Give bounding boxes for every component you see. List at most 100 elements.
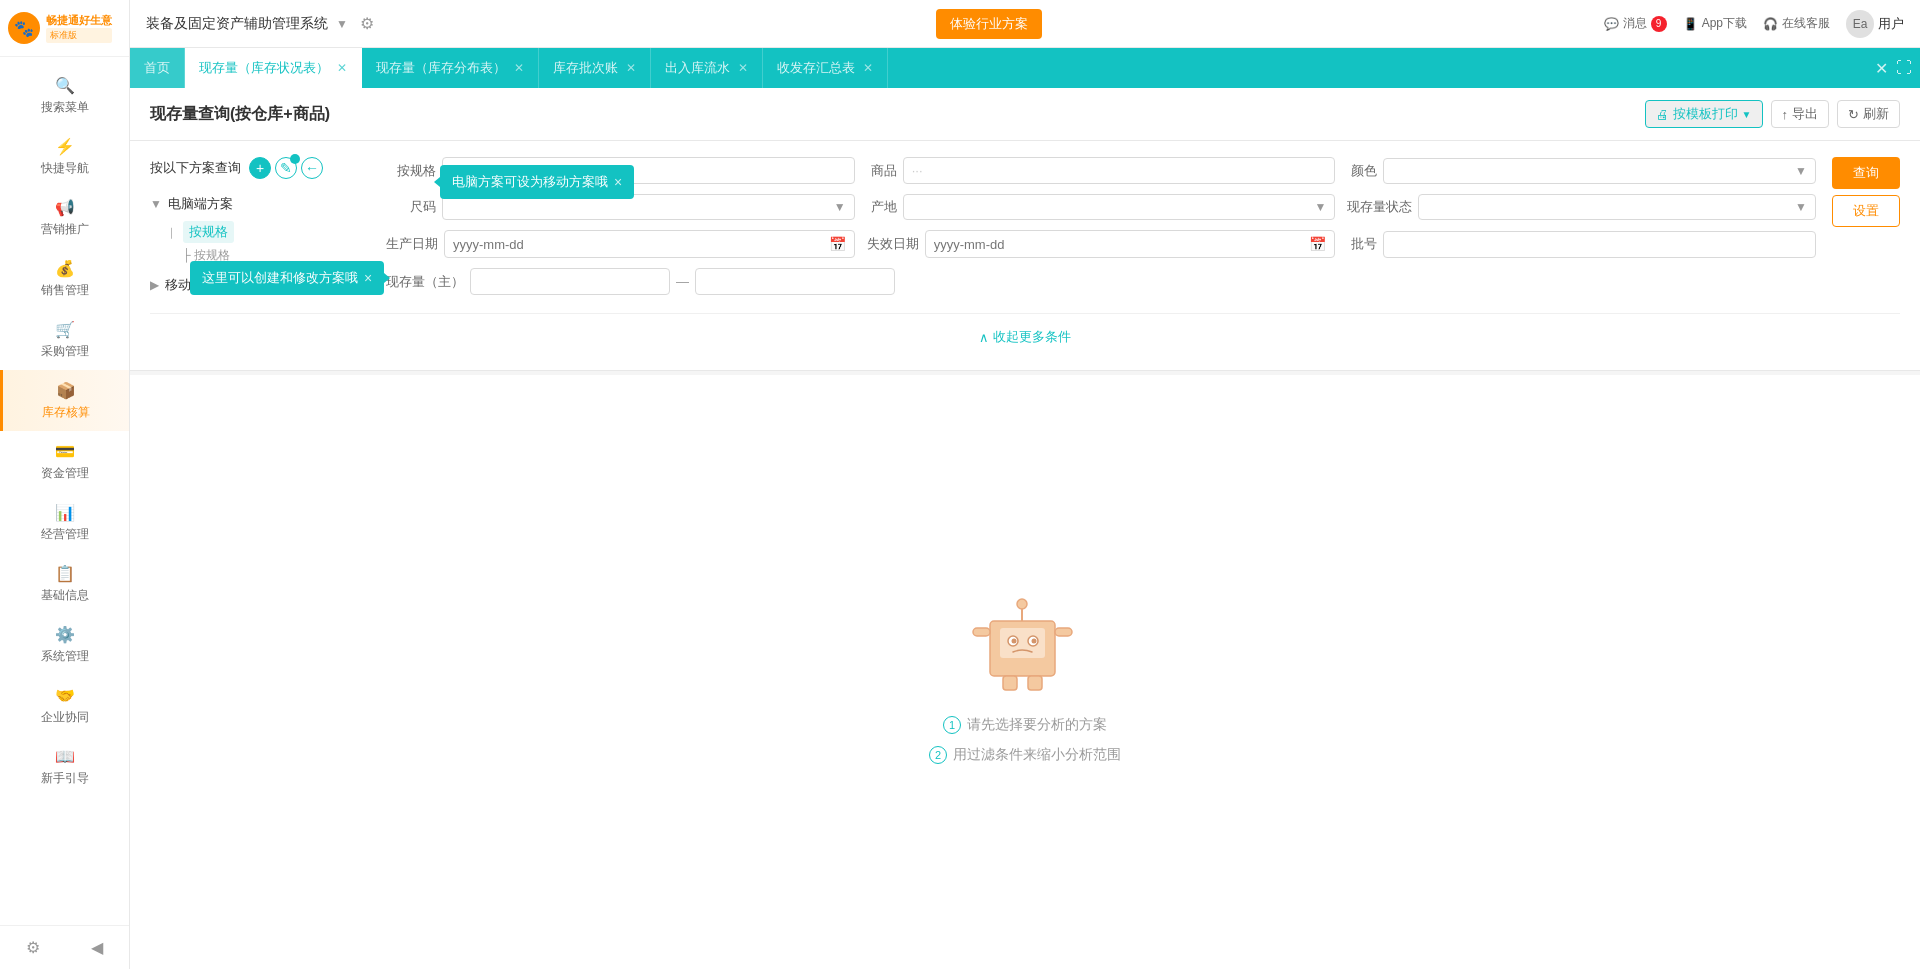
trial-button[interactable]: 体验行业方案: [936, 9, 1042, 39]
batch-input[interactable]: [1383, 231, 1816, 258]
refresh-button[interactable]: ↻ 刷新: [1837, 100, 1900, 128]
exp-date-input[interactable]: [934, 237, 1310, 252]
marketing-nav-icon: 📢: [55, 197, 75, 217]
svg-rect-10: [1003, 676, 1017, 690]
tooltip1-close-btn[interactable]: ×: [614, 174, 622, 190]
back-scheme-btn[interactable]: ←: [301, 157, 323, 179]
edit-scheme-btn[interactable]: ✎: [275, 157, 297, 179]
sidebar-item-basic[interactable]: 📋 基础信息: [0, 553, 129, 614]
tab-inventory-dist[interactable]: 现存量（库存分布表） ✕: [362, 48, 539, 88]
export-button[interactable]: ↑ 导出: [1771, 100, 1830, 128]
settings-icon[interactable]: ⚙: [26, 938, 40, 957]
tab-close-batch[interactable]: ✕: [626, 61, 636, 75]
goods-input[interactable]: ···: [903, 157, 1336, 184]
color-dropdown-icon: ▼: [1795, 164, 1807, 178]
collapse-row: ∧ 收起更多条件: [150, 313, 1900, 354]
tooltip2-close-btn[interactable]: ×: [364, 270, 372, 286]
filter-field-stock-state: 现存量状态 ▼: [1347, 194, 1816, 220]
color-label: 颜色: [1347, 162, 1377, 180]
stock-state-select[interactable]: ▼: [1418, 194, 1816, 220]
online-support-btn[interactable]: 🎧 在线客服: [1763, 15, 1830, 32]
collapse-sidebar-icon[interactable]: ◀: [91, 938, 103, 957]
sidebar-item-purchase[interactable]: 🛒 采购管理: [0, 309, 129, 370]
reset-button[interactable]: 设置: [1832, 195, 1900, 227]
sidebar-item-system[interactable]: ⚙️ 系统管理: [0, 614, 129, 675]
stock-qty-start[interactable]: [470, 268, 670, 295]
gear-settings-icon[interactable]: ⚙: [360, 14, 374, 33]
tab-close-inventory-status[interactable]: ✕: [337, 61, 347, 75]
svg-rect-9: [1055, 628, 1072, 636]
exp-date-input-wrapper[interactable]: 📅: [925, 230, 1336, 258]
chevron-down-icon[interactable]: ▼: [336, 17, 348, 31]
basic-nav-icon: 📋: [55, 563, 75, 583]
sidebar: 🐾 畅捷通好生意 标准版 🔍 搜索菜单 ⚡ 快捷导航 📢 营销推广 💰 销售管理…: [0, 0, 130, 969]
tab-collect[interactable]: 收发存汇总表 ✕: [763, 48, 888, 88]
exp-date-calendar-icon[interactable]: 📅: [1309, 236, 1326, 252]
sidebar-item-inventory[interactable]: 📦 库存核算: [0, 370, 129, 431]
prod-date-input-wrapper[interactable]: 📅: [444, 230, 855, 258]
sidebar-nav: 🔍 搜索菜单 ⚡ 快捷导航 📢 营销推广 💰 销售管理 🛒 采购管理 📦 库存核…: [0, 57, 129, 925]
prod-date-label: 生产日期: [386, 235, 438, 253]
sidebar-item-sales[interactable]: 💰 销售管理: [0, 248, 129, 309]
origin-label: 产地: [867, 198, 897, 216]
empty-svg: [965, 576, 1085, 696]
color-select[interactable]: ▼: [1383, 158, 1816, 184]
tab-close-collect[interactable]: ✕: [863, 61, 873, 75]
sidebar-item-marketing[interactable]: 📢 营销推广: [0, 187, 129, 248]
filter-field-exp-date: 失效日期 📅: [867, 230, 1336, 258]
desktop-scheme-item[interactable]: ▼ 电脑端方案: [150, 191, 370, 217]
prod-date-input[interactable]: [453, 237, 829, 252]
tab-inventory-status[interactable]: 现存量（库存状况表） ✕: [185, 48, 362, 88]
svg-rect-8: [973, 628, 990, 636]
close-all-tabs-icon[interactable]: ✕: [1875, 59, 1888, 78]
origin-select[interactable]: ▼: [903, 194, 1336, 220]
app-download-btn[interactable]: 📱 App下载: [1683, 15, 1747, 32]
system-nav-icon: ⚙️: [55, 624, 75, 644]
maximize-icon[interactable]: ⛶: [1896, 59, 1912, 77]
search-buttons: 查询 设置: [1832, 157, 1900, 227]
search-nav-icon: 🔍: [55, 75, 75, 95]
sidebar-item-search[interactable]: 🔍 搜索菜单: [0, 65, 129, 126]
scheme-dot-indicator: [290, 154, 300, 164]
print-button[interactable]: 🖨 按模板打印 ▼: [1645, 100, 1763, 128]
sidebar-logo: 🐾 畅捷通好生意 标准版: [0, 0, 129, 57]
origin-dropdown-icon: ▼: [1314, 200, 1326, 214]
sidebar-item-guide[interactable]: 📖 新手引导: [0, 736, 129, 797]
stock-state-dropdown-icon: ▼: [1795, 200, 1807, 214]
user-label: 用户: [1878, 15, 1904, 33]
finance-nav-icon: 💳: [55, 441, 75, 461]
collapse-button[interactable]: ∧ 收起更多条件: [150, 320, 1900, 354]
user-avatar: Ea: [1846, 10, 1874, 38]
tab-inout[interactable]: 出入库流水 ✕: [651, 48, 763, 88]
printer-icon: 🖨: [1656, 107, 1669, 122]
sidebar-item-quick[interactable]: ⚡ 快捷导航: [0, 126, 129, 187]
tab-close-inventory-dist[interactable]: ✕: [514, 61, 524, 75]
prod-date-calendar-icon[interactable]: 📅: [829, 236, 846, 252]
headset-icon: 🎧: [1763, 17, 1778, 31]
filter-field-batch: 批号: [1347, 231, 1816, 258]
scheme-tree: ▼ 电脑端方案 ｜ 按规格 ├ 按规格: [150, 191, 370, 298]
filter-label: 按以下方案查询: [150, 159, 241, 177]
sales-nav-icon: 💰: [55, 258, 75, 278]
tab-bar: 首页 现存量（库存状况表） ✕ 现存量（库存分布表） ✕ 库存批次账 ✕ 出入库…: [130, 48, 1920, 88]
sidebar-item-finance[interactable]: 💳 资金管理: [0, 431, 129, 492]
sidebar-item-enterprise[interactable]: 🤝 企业协同: [0, 675, 129, 736]
scheme-child-item[interactable]: ｜ 按规格: [166, 217, 370, 247]
tab-batch[interactable]: 库存批次账 ✕: [539, 48, 651, 88]
svg-rect-11: [1028, 676, 1042, 690]
sidebar-item-operations[interactable]: 📊 经营管理: [0, 492, 129, 553]
empty-state: 1 请先选择要分析的方案 2 用过滤条件来缩小分析范围: [130, 375, 1920, 969]
tab-close-inout[interactable]: ✕: [738, 61, 748, 75]
stock-qty-end[interactable]: [695, 268, 895, 295]
filter-row-4: 现存量（主） —: [386, 268, 1816, 295]
range-separator: —: [676, 274, 689, 289]
search-button[interactable]: 查询: [1832, 157, 1900, 189]
top-header: 装备及固定资产辅助管理系统 ▼ ⚙ 体验行业方案 💬 消息 9 📱 App下载 …: [130, 0, 1920, 48]
filter-scheme-panel: 按以下方案查询 + ✎ ←: [150, 157, 370, 298]
sidebar-bottom: ⚙ ◀: [0, 925, 129, 969]
add-scheme-btn[interactable]: +: [249, 157, 271, 179]
notifications-btn[interactable]: 💬 消息 9: [1604, 15, 1667, 32]
tab-home[interactable]: 首页: [130, 48, 185, 88]
main: 装备及固定资产辅助管理系统 ▼ ⚙ 体验行业方案 💬 消息 9 📱 App下载 …: [130, 0, 1920, 969]
user-area[interactable]: Ea 用户: [1846, 10, 1904, 38]
